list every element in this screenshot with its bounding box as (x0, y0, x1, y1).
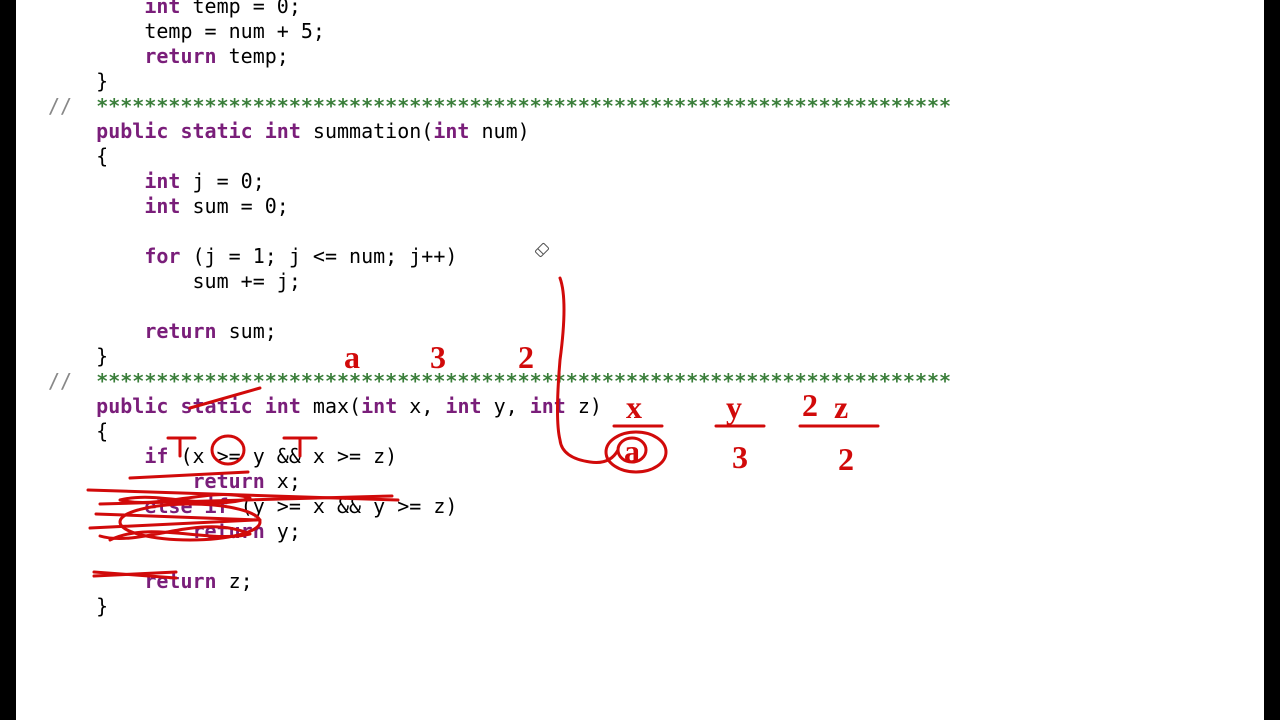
code-block: int temp = 0; temp = num + 5; return tem… (16, 0, 1264, 619)
editor-frame: int temp = 0; temp = num + 5; return tem… (16, 0, 1264, 720)
